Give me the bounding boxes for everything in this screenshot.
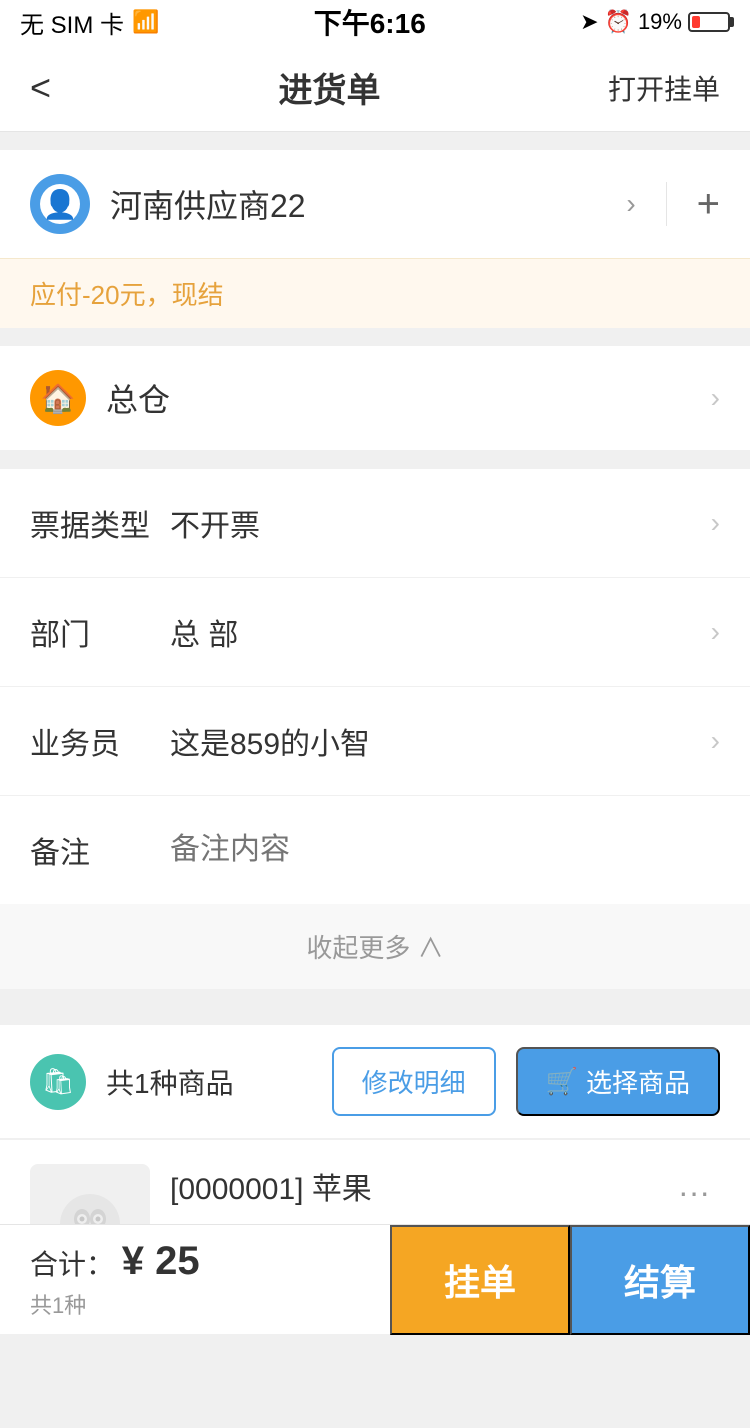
footer-total: 合计： ¥ 25 共1种 <box>0 1239 390 1320</box>
total-sub: 共1种 <box>30 1288 360 1320</box>
footer: 合计： ¥ 25 共1种 挂单 结算 <box>0 1224 750 1334</box>
cart-bag-icon: 🛍 <box>41 1066 74 1097</box>
department-chevron: › <box>711 616 720 648</box>
separator-1 <box>0 132 750 150</box>
location-icon: ➤ <box>580 9 598 35</box>
collapse-label: 收起更多 ∧ <box>306 928 443 965</box>
total-amount: ¥ 25 <box>122 1239 200 1283</box>
nav-bar: < 进货单 打开挂单 <box>0 44 750 132</box>
salesman-value: 这是859的小智 <box>170 719 711 763</box>
product-header: 🛍 共1种商品 修改明细 🛒 选择商品 <box>0 1025 750 1138</box>
remark-row[interactable]: 备注 <box>0 796 750 904</box>
department-row[interactable]: 部门 总 部 › <box>0 578 750 687</box>
total-prefix: 合计： <box>30 1249 114 1280</box>
notice-text: 应付-20元，现结 <box>30 280 224 310</box>
supplier-avatar: 👤 <box>30 174 90 234</box>
supplier-row[interactable]: 👤 河南供应商22 › + <box>0 150 750 258</box>
invoice-type-value: 不开票 <box>170 501 711 545</box>
form-fields: 票据类型 不开票 › 部门 总 部 › 业务员 这是859的小智 › 备注 <box>0 469 750 904</box>
warehouse-chevron-icon: › <box>711 382 720 414</box>
remark-input[interactable] <box>170 833 720 867</box>
back-button[interactable]: < <box>30 67 51 109</box>
avatar-icon: 👤 <box>43 188 78 221</box>
salesman-chevron: › <box>711 725 720 757</box>
open-hang-button[interactable]: 打开挂单 <box>608 68 720 108</box>
invoice-type-label: 票据类型 <box>30 501 170 545</box>
remark-label: 备注 <box>30 828 170 872</box>
salesman-row[interactable]: 业务员 这是859的小智 › <box>0 687 750 796</box>
warehouse-name: 总仓 <box>106 375 711 421</box>
invoice-type-row[interactable]: 票据类型 不开票 › <box>0 469 750 578</box>
warehouse-row[interactable]: 🏠 总仓 › <box>0 346 750 451</box>
supplier-name: 河南供应商22 <box>110 181 626 227</box>
collapse-row[interactable]: 收起更多 ∧ <box>0 904 750 989</box>
battery-pct: 19% <box>638 9 682 35</box>
divider-v <box>666 182 667 226</box>
hang-button[interactable]: 挂单 <box>390 1225 570 1335</box>
separator-3 <box>0 451 750 469</box>
settle-button[interactable]: 结算 <box>570 1225 750 1335</box>
status-right: ➤ ⏰ 19% <box>580 9 730 35</box>
warehouse-icon: 🏠 <box>30 370 86 426</box>
alarm-icon: ⏰ <box>605 9 632 35</box>
status-left: 无 SIM 卡 📶 <box>20 5 159 40</box>
supplier-card: 👤 河南供应商22 › + 应付-20元，现结 <box>0 150 750 328</box>
separator-2 <box>0 328 750 346</box>
product-more-button[interactable]: ··· <box>668 1164 720 1221</box>
footer-total-row: 合计： ¥ 25 <box>30 1239 360 1284</box>
product-count: 共1种商品 <box>106 1062 312 1102</box>
supplier-chevron-icon: › <box>626 188 635 220</box>
edit-detail-button[interactable]: 修改明细 <box>332 1047 496 1116</box>
select-product-button[interactable]: 🛒 选择商品 <box>516 1047 720 1116</box>
separator-4 <box>0 989 750 1007</box>
salesman-label: 业务员 <box>30 719 170 763</box>
department-value: 总 部 <box>170 610 711 654</box>
product-name: [0000001] 苹果 <box>170 1164 648 1208</box>
carrier-text: 无 SIM 卡 <box>20 5 124 40</box>
notice-bar: 应付-20元，现结 <box>0 258 750 328</box>
select-product-label: 选择商品 <box>586 1063 690 1100</box>
add-supplier-button[interactable]: + <box>697 182 720 227</box>
page-title: 进货单 <box>279 63 381 112</box>
avatar-inner: 👤 <box>40 184 80 224</box>
product-icon: 🛍 <box>30 1054 86 1110</box>
status-bar: 无 SIM 卡 📶 下午6:16 ➤ ⏰ 19% <box>0 0 750 44</box>
invoice-type-chevron: › <box>711 507 720 539</box>
department-label: 部门 <box>30 610 170 654</box>
battery-icon <box>688 12 730 32</box>
product-name-text: 苹果 <box>312 1173 372 1206</box>
status-time: 下午6:16 <box>314 2 426 42</box>
product-code: [0000001] <box>170 1173 303 1206</box>
select-product-icon: 🛒 <box>546 1066 578 1097</box>
wifi-icon: 📶 <box>132 9 159 35</box>
